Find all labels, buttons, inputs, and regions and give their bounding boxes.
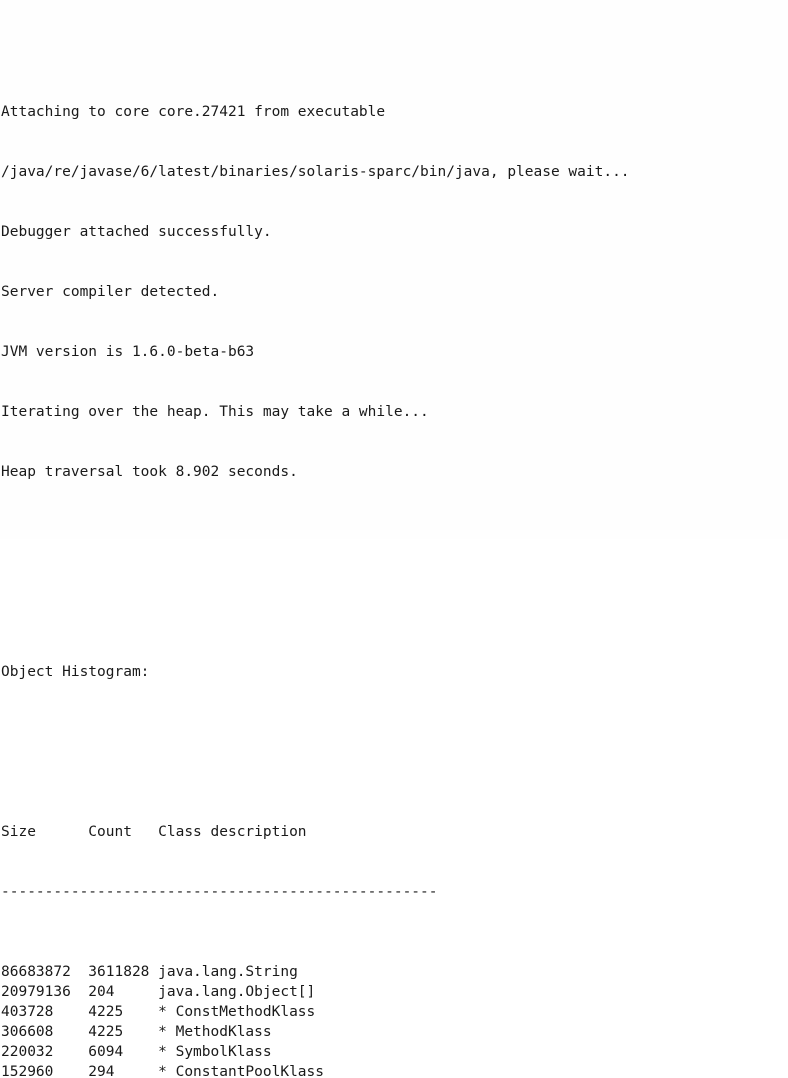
preamble-block: Attaching to core core.27421 from execut…: [1, 62, 788, 522]
terminal-output[interactable]: Attaching to core core.27421 from execut…: [0, 0, 788, 1078]
output-line: Heap traversal took 8.902 seconds.: [1, 464, 298, 480]
histogram-table-body: 86683872 3611828 java.lang.String 2097913…: [1, 962, 788, 1078]
table-row: 220032 6094 * SymbolKlass: [1, 1044, 272, 1060]
table-header-row: Size Count Class description: [1, 824, 307, 840]
output-line: JVM version is 1.6.0-beta-b63: [1, 344, 255, 360]
table-row: 403728 4225 * ConstMethodKlass: [1, 1004, 316, 1020]
table-row: 86683872 3611828 java.lang.String: [1, 964, 298, 980]
table-row: 20979136 204 java.lang.Object[]: [1, 984, 316, 1000]
section-title: Object Histogram:: [1, 664, 150, 680]
output-line: Server compiler detected.: [1, 284, 220, 300]
output-line: Iterating over the heap. This may take a…: [1, 404, 429, 420]
output-line: Debugger attached successfully.: [1, 224, 272, 240]
output-line: /java/re/javase/6/latest/binaries/solari…: [1, 164, 630, 180]
table-separator: ----------------------------------------…: [1, 884, 438, 900]
table-row: 306608 4225 * MethodKlass: [1, 1024, 272, 1040]
table-row: 152960 294 * ConstantPoolKlass: [1, 1064, 325, 1078]
output-line: Attaching to core core.27421 from execut…: [1, 104, 386, 120]
